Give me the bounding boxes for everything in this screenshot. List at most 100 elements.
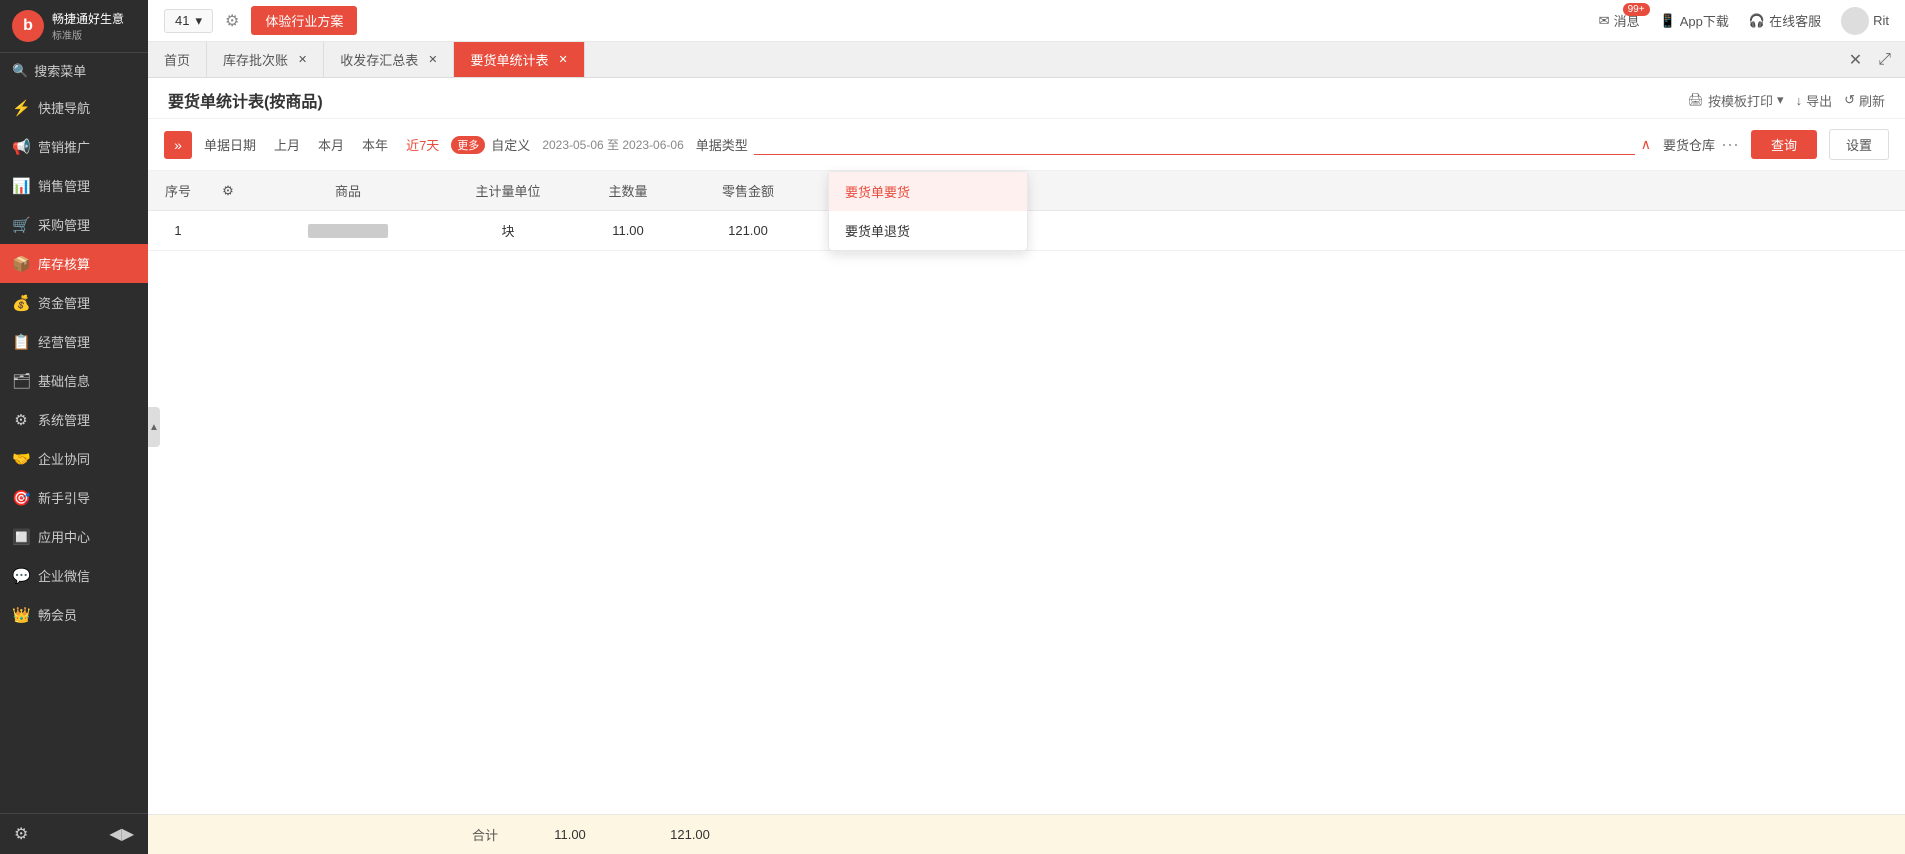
sidebar-search[interactable]: 🔍 搜索菜单 <box>0 53 148 88</box>
sidebar-item-app-center[interactable]: 🔲 应用中心 <box>0 517 148 556</box>
sidebar-item-vip[interactable]: 👑 畅会员 <box>0 595 148 634</box>
cell-unit: 块 <box>448 211 568 251</box>
quick-nav-icon: ⚡ <box>12 99 30 117</box>
print-label: 按模板打印 <box>1708 91 1773 110</box>
sidebar-item-label: 营销推广 <box>38 137 90 156</box>
mobile-icon: 📱 <box>1660 13 1676 29</box>
date-custom-btn[interactable]: 自定义 <box>491 135 530 154</box>
filter-expand-btn[interactable]: » <box>164 131 192 159</box>
app-center-icon: 🔲 <box>12 528 30 546</box>
col-unit: 主计量单位 <box>448 171 568 211</box>
collapse-icon[interactable]: ◀▶ <box>109 824 134 844</box>
sidebar-item-wechat[interactable]: 💬 企业微信 <box>0 556 148 595</box>
sidebar-item-enterprise[interactable]: 🤝 企业协同 <box>0 439 148 478</box>
sidebar-item-quick-nav[interactable]: ⚡ 快捷导航 <box>0 88 148 127</box>
dropdown-item-order-goods[interactable]: 要货单要货 <box>829 172 1027 211</box>
operation-icon: 📋 <box>12 333 30 351</box>
dropdown-item-order-return[interactable]: 要货单退货 <box>829 211 1027 250</box>
sidebar-item-purchase[interactable]: 🛒 采购管理 <box>0 205 148 244</box>
date-btn-this-month[interactable]: 本月 <box>312 133 350 156</box>
tab-close-inventory-batch[interactable]: ✕ <box>298 53 307 66</box>
search-icon: 🔍 <box>12 63 28 79</box>
tab-maximize-btn[interactable]: ⤢ <box>1872 49 1897 71</box>
sidebar-item-label: 企业微信 <box>38 566 90 585</box>
type-dropdown-popup: 要货单要货 要货单退货 <box>828 171 1028 251</box>
table-footer: 合计 11.00 121.00 <box>148 814 1905 854</box>
topbar-right: ✉ 消息 99+ 📱 App下载 🎧 在线客服 Rit <box>1599 7 1889 35</box>
topbar-dropdown-value: 41 <box>175 13 189 28</box>
topbar-dropdown-arrow: ▾ <box>195 13 202 29</box>
print-action[interactable]: 🖨 按模板打印 ▾ <box>1688 91 1784 110</box>
sidebar-item-guide[interactable]: 🎯 新手引导 <box>0 478 148 517</box>
type-filter-arrow[interactable]: ∧ <box>1641 136 1651 153</box>
sidebar-item-sales[interactable]: 📊 销售管理 <box>0 166 148 205</box>
sidebar-bottom: ⚙ ◀▶ <box>0 813 148 854</box>
tab-close-order-stats[interactable]: ✕ <box>559 53 568 66</box>
date-shortcuts: 上月 本月 本年 近7天 更多 自定义 <box>268 133 530 156</box>
date-range-text: 2023-05-06 至 2023-06-06 <box>542 136 683 153</box>
tabbar: 首页 库存批次账 ✕ 收发存汇总表 ✕ 要货单统计表 ✕ ✕ ⤢ <box>148 42 1905 78</box>
enterprise-icon: 🤝 <box>12 450 30 468</box>
sidebar-item-label: 新手引导 <box>38 488 90 507</box>
tab-close-all-btn[interactable]: ✕ <box>1843 48 1868 72</box>
sidebar-item-marketing[interactable]: 📢 营销推广 <box>0 127 148 166</box>
cell-settings <box>208 211 248 251</box>
sidebar-item-finance[interactable]: 💰 资金管理 <box>0 283 148 322</box>
sidebar-item-label: 应用中心 <box>38 527 90 546</box>
sidebar-search-label: 搜索菜单 <box>34 61 86 80</box>
sidebar-item-label: 系统管理 <box>38 410 90 429</box>
message-icon: ✉ <box>1599 13 1610 29</box>
tab-inventory-batch[interactable]: 库存批次账 ✕ <box>207 42 324 77</box>
warehouse-more-btn[interactable]: ··· <box>1721 134 1739 155</box>
trial-btn[interactable]: 体验行业方案 <box>251 6 357 35</box>
date-more-badge[interactable]: 更多 <box>451 136 485 154</box>
user-avatar-item[interactable]: Rit <box>1841 7 1889 35</box>
tab-label: 库存批次账 <box>223 50 288 69</box>
messages-item[interactable]: ✉ 消息 99+ <box>1599 11 1640 30</box>
sidebar-item-label: 销售管理 <box>38 176 90 195</box>
sidebar-item-label: 基础信息 <box>38 371 90 390</box>
tab-shipment-summary[interactable]: 收发存汇总表 ✕ <box>324 42 454 77</box>
tab-order-stats[interactable]: 要货单统计表 ✕ <box>454 42 584 77</box>
sidebar-item-label: 畅会员 <box>38 605 77 624</box>
topbar-dropdown[interactable]: 41 ▾ <box>164 9 213 33</box>
inventory-icon: 📦 <box>12 255 30 273</box>
settings-gear-icon[interactable]: ⚙ <box>225 11 239 31</box>
date-btn-7days[interactable]: 近7天 <box>400 133 445 156</box>
settings-bottom-icon[interactable]: ⚙ <box>14 824 28 844</box>
sidebar-item-basic[interactable]: 🗂 基础信息 <box>0 361 148 400</box>
app-download-item[interactable]: 📱 App下载 <box>1660 11 1729 30</box>
settings-btn[interactable]: 设置 <box>1829 129 1889 160</box>
sidebar-item-label: 快捷导航 <box>38 98 90 117</box>
goods-blurred-text <box>308 224 388 238</box>
filter-bar: » 单据日期 上月 本月 本年 近7天 更多 自定义 2023-05-06 至 … <box>148 119 1905 171</box>
online-service-item[interactable]: 🎧 在线客服 <box>1749 11 1821 30</box>
warehouse-filter-label: 要货仓库 <box>1663 135 1715 154</box>
col-settings[interactable]: ⚙ <box>208 171 248 211</box>
date-btn-this-year[interactable]: 本年 <box>356 133 394 156</box>
sidebar: b 畅捷通好生意 标准版 🔍 搜索菜单 ⚡ 快捷导航 📢 营销推广 📊 销售管理… <box>0 0 148 854</box>
wechat-icon: 💬 <box>12 567 30 585</box>
sidebar-item-operation[interactable]: 📋 经营管理 <box>0 322 148 361</box>
tab-home[interactable]: 首页 <box>148 42 207 77</box>
online-service-label: 在线客服 <box>1769 11 1821 30</box>
tab-close-shipment[interactable]: ✕ <box>428 53 437 66</box>
page-actions: 🖨 按模板打印 ▾ ↓ 导出 ↺ 刷新 <box>1688 91 1886 110</box>
col-quantity: 主数量 <box>568 171 688 211</box>
date-filter-label: 单据日期 <box>204 135 256 154</box>
sidebar-collapse-btn[interactable]: ▲ <box>148 407 160 447</box>
tab-label: 收发存汇总表 <box>340 50 418 69</box>
sidebar-item-system[interactable]: ⚙ 系统管理 <box>0 400 148 439</box>
refresh-action[interactable]: ↺ 刷新 <box>1844 91 1885 110</box>
footer-amount: 121.00 <box>630 827 750 842</box>
sidebar-logo: b 畅捷通好生意 标准版 <box>0 0 148 53</box>
query-btn[interactable]: 查询 <box>1751 130 1817 159</box>
export-action[interactable]: ↓ 导出 <box>1796 91 1833 110</box>
date-btn-last-month[interactable]: 上月 <box>268 133 306 156</box>
sidebar-nav: ⚡ 快捷导航 📢 营销推广 📊 销售管理 🛒 采购管理 📦 库存核算 💰 资金管… <box>0 88 148 813</box>
page-header: 要货单统计表(按商品) 🖨 按模板打印 ▾ ↓ 导出 ↺ 刷新 <box>148 78 1905 119</box>
type-filter-input[interactable] <box>754 135 1635 155</box>
sidebar-item-inventory[interactable]: 📦 库存核算 <box>0 244 148 283</box>
system-icon: ⚙ <box>12 411 30 429</box>
basic-icon: 🗂 <box>12 372 30 390</box>
